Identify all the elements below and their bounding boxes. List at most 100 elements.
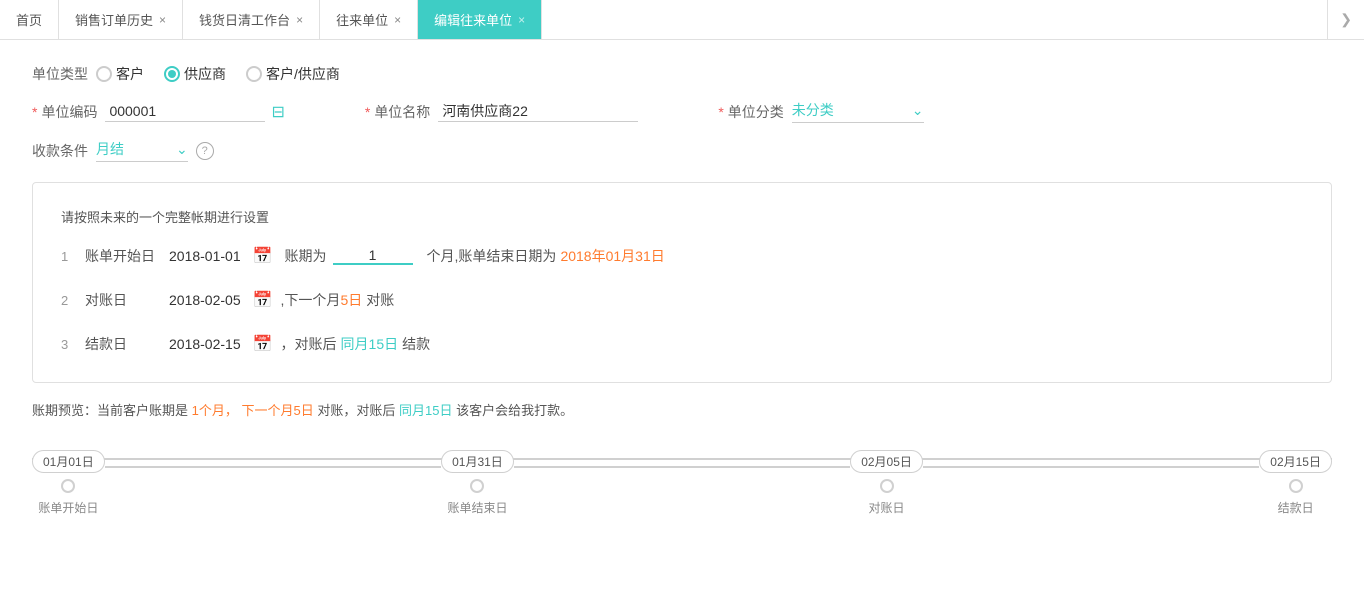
timeline-point-3: 02月05日 对账日 [850,450,923,516]
payment-terms-select[interactable]: 月结 ⌄ [96,139,188,162]
timeline-sublabel-2: 账单结束日 [447,499,507,516]
radio-customer[interactable]: 客户 [96,64,144,84]
radio-supplier-label: 供应商 [184,64,226,84]
timeline-spacer-2 [514,450,850,468]
timeline: 01月01日 账单开始日 01月31日 账单结束日 02月05日 对账日 [32,442,1332,536]
period-calendar-3[interactable]: 📅 [253,334,273,354]
tab-counterpart[interactable]: 往来单位 × [320,0,418,39]
radio-supplier-circle [164,66,180,82]
unit-category-value: 未分类 [792,100,852,120]
timeline-dot-2 [470,479,484,493]
preview-label: 账期预览：当前客户账期是 [32,403,188,418]
period-num-2: 2 [61,293,85,308]
tab-sales-history[interactable]: 销售订单历史 × [59,0,183,39]
timeline-point-4: 02月15日 结款日 [1259,450,1332,516]
period-label-3: 结款日 [85,334,157,354]
timeline-points: 01月01日 账单开始日 01月31日 账单结束日 02月05日 对账日 [32,450,1332,516]
tab-cash-work-close[interactable]: × [296,13,303,27]
unit-type-radios: 客户 供应商 客户/供应商 [96,64,340,84]
radio-both[interactable]: 客户/供应商 [246,64,340,84]
period-suffix-before-3: ，对账后 [281,334,337,354]
timeline-point-2: 01月31日 账单结束日 [441,450,514,516]
period-row-3: 3 结款日 2018-02-15 📅 ，对账后 同月15日 结款 [61,334,1303,354]
radio-both-circle [246,66,262,82]
unit-code-label: 单位编码 [41,102,97,122]
timeline-badge-3: 02月05日 [850,450,923,473]
tab-counterpart-close[interactable]: × [394,13,401,27]
unit-category-select[interactable]: 未分类 ⌄ [792,100,924,123]
period-suffix-before-1: 账期为 [285,246,327,266]
period-suffix-after-2: 对账 [366,290,394,310]
unit-type-label: 单位类型 [32,64,88,84]
period-suffix-1: 个月,账单结束日期为 [427,246,557,266]
chevron-right-icon: ❯ [1340,11,1352,28]
payment-terms-field: 收款条件 月结 ⌄ ? [32,139,214,162]
timeline-dot-3 [880,479,894,493]
timeline-sublabel-1: 账单开始日 [38,499,98,516]
payment-terms-value: 月结 [96,139,156,159]
period-row-2: 2 对账日 2018-02-05 📅 ,下一个月 5日 对账 [61,290,1303,310]
timeline-spacer-1 [105,450,441,468]
period-input-1[interactable] [333,247,413,265]
tab-expand-btn[interactable]: ❯ [1327,0,1364,39]
timeline-sublabel-3: 对账日 [869,499,905,516]
unit-name-label: 单位名称 [374,102,430,122]
unit-code-star: * [32,104,37,120]
unit-category-star: * [718,104,723,120]
timeline-badge-4: 02月15日 [1259,450,1332,473]
period-suffix-after-3: 结款 [402,334,430,354]
tab-edit-counterpart-label: 编辑往来单位 [434,10,512,29]
timeline-sublabel-4: 结款日 [1278,499,1314,516]
timeline-badge-2: 01月31日 [441,450,514,473]
preview-payment-date: 同月15日 [399,403,452,418]
tab-edit-counterpart[interactable]: 编辑往来单位 × [418,0,542,39]
period-highlight-3: 同月15日 [341,334,399,354]
period-num-1: 1 [61,249,85,264]
preview-text: 账期预览：当前客户账期是 1个月， 下一个月5日 对账，对账后 同月15日 该客… [32,399,1332,422]
period-date-2: 2018-02-05 [169,292,241,308]
radio-both-label: 客户/供应商 [266,64,340,84]
help-icon[interactable]: ? [196,142,214,160]
payment-terms-label: 收款条件 [32,141,88,161]
radio-customer-circle [96,66,112,82]
period-highlight-1: 2018年01月31日 [560,246,664,266]
payment-terms-dropdown-icon: ⌄ [176,141,188,158]
tab-edit-counterpart-close[interactable]: × [518,13,525,27]
period-highlight-2: 5日 [340,290,362,310]
period-suffix-before-2: ,下一个月 [281,290,341,310]
timeline-dot-4 [1289,479,1303,493]
unit-category-label: 单位分类 [728,102,784,122]
tab-cash-work[interactable]: 钱货日清工作台 × [183,0,320,39]
tab-bar: 首页 销售订单历史 × 钱货日清工作台 × 往来单位 × 编辑往来单位 × ❯ [0,0,1364,40]
period-calendar-1[interactable]: 📅 [253,246,273,266]
preview-reconcile-date: 下一个月5日 [242,403,314,418]
tab-cash-work-label: 钱货日清工作台 [199,10,290,29]
unit-name-input[interactable] [438,101,638,122]
tab-sales-history-close[interactable]: × [159,13,166,27]
unit-name-star: * [365,104,370,120]
unit-info-row: * 单位编码 ⊟ * 单位名称 * 单位分类 未分类 ⌄ [32,100,1332,123]
preview-period: 1个月， [192,403,238,418]
period-date-3: 2018-02-15 [169,336,241,352]
period-instruction: 请按照未来的一个完整帐期进行设置 [61,207,1303,226]
period-label-2: 对账日 [85,290,157,310]
period-settings-box: 请按照未来的一个完整帐期进行设置 1 账单开始日 2018-01-01 📅 账期… [32,182,1332,383]
timeline-badge-1: 01月01日 [32,450,105,473]
radio-customer-label: 客户 [116,64,144,84]
unit-category-field: * 单位分类 未分类 ⌄ [718,100,923,123]
period-calendar-2[interactable]: 📅 [253,290,273,310]
unit-code-input[interactable] [105,101,265,122]
unit-type-row: 单位类型 客户 供应商 客户/供应商 [32,64,1332,84]
copy-icon[interactable]: ⊟ [271,102,284,122]
unit-category-dropdown-icon: ⌄ [912,102,924,119]
tab-home[interactable]: 首页 [0,0,59,39]
radio-supplier[interactable]: 供应商 [164,64,226,84]
period-row-1: 1 账单开始日 2018-01-01 📅 账期为 个月,账单结束日期为 2018… [61,246,1303,266]
payment-terms-row: 收款条件 月结 ⌄ ? [32,139,1332,162]
preview-payment-text: 该客户会给我打款。 [456,403,573,418]
unit-code-field: * 单位编码 ⊟ [32,101,285,122]
timeline-dot-1 [61,479,75,493]
period-date-1: 2018-01-01 [169,248,241,264]
unit-name-field: * 单位名称 [365,101,638,122]
tab-sales-history-label: 销售订单历史 [75,10,153,29]
